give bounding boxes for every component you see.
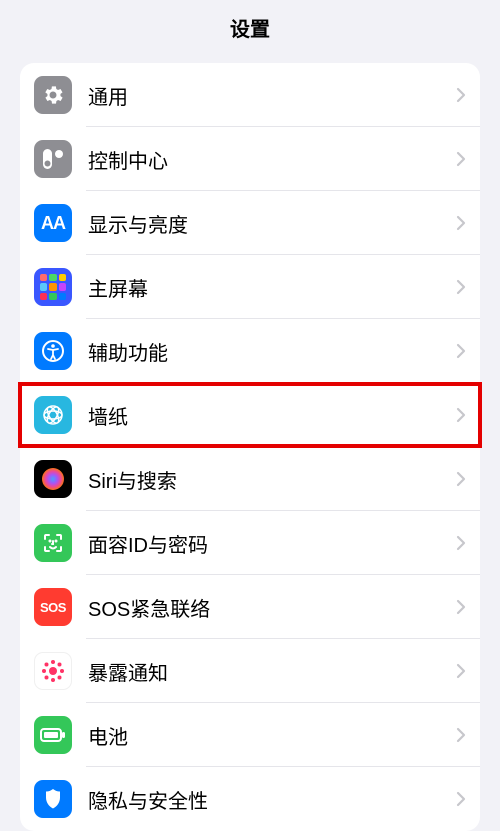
row-label: 通用 bbox=[88, 81, 456, 110]
faceid-icon bbox=[34, 524, 72, 562]
row-label: 墙纸 bbox=[88, 401, 456, 430]
header: 设置 bbox=[0, 0, 500, 55]
display-brightness-icon: AA bbox=[34, 204, 72, 242]
row-exposure[interactable]: 暴露通知 bbox=[20, 639, 480, 703]
row-display[interactable]: AA 显示与亮度 bbox=[20, 191, 480, 255]
gear-icon bbox=[34, 76, 72, 114]
row-label: 隐私与安全性 bbox=[88, 785, 456, 814]
row-label: 面容ID与密码 bbox=[88, 529, 456, 558]
row-home-screen[interactable]: 主屏幕 bbox=[20, 255, 480, 319]
chevron-right-icon bbox=[456, 599, 466, 615]
chevron-right-icon bbox=[456, 535, 466, 551]
chevron-right-icon bbox=[456, 663, 466, 679]
accessibility-icon bbox=[34, 332, 72, 370]
row-label: Siri与搜索 bbox=[88, 465, 456, 494]
row-accessibility[interactable]: 辅助功能 bbox=[20, 319, 480, 383]
row-label: 电池 bbox=[88, 721, 456, 750]
row-sos[interactable]: SOS SOS紧急联络 bbox=[20, 575, 480, 639]
page-title: 设置 bbox=[230, 13, 270, 42]
row-label: SOS紧急联络 bbox=[88, 593, 456, 622]
battery-icon bbox=[34, 716, 72, 754]
siri-icon bbox=[34, 460, 72, 498]
settings-list: 通用 控制中心 AA 显示与亮度 主屏幕 bbox=[20, 63, 480, 831]
row-wallpaper[interactable]: 墙纸 bbox=[20, 383, 480, 447]
row-label: 显示与亮度 bbox=[88, 209, 456, 238]
row-label: 控制中心 bbox=[88, 145, 456, 174]
row-battery[interactable]: 电池 bbox=[20, 703, 480, 767]
privacy-icon bbox=[34, 780, 72, 818]
row-siri[interactable]: Siri与搜索 bbox=[20, 447, 480, 511]
row-privacy[interactable]: 隐私与安全性 bbox=[20, 767, 480, 831]
row-label: 主屏幕 bbox=[88, 273, 456, 302]
exposure-icon bbox=[34, 652, 72, 690]
control-center-icon bbox=[34, 140, 72, 178]
row-faceid[interactable]: 面容ID与密码 bbox=[20, 511, 480, 575]
wallpaper-icon bbox=[34, 396, 72, 434]
chevron-right-icon bbox=[456, 151, 466, 167]
home-screen-icon bbox=[34, 268, 72, 306]
row-label: 辅助功能 bbox=[88, 337, 456, 366]
chevron-right-icon bbox=[456, 407, 466, 423]
row-control-center[interactable]: 控制中心 bbox=[20, 127, 480, 191]
chevron-right-icon bbox=[456, 343, 466, 359]
chevron-right-icon bbox=[456, 279, 466, 295]
sos-icon: SOS bbox=[34, 588, 72, 626]
row-label: 暴露通知 bbox=[88, 657, 456, 686]
chevron-right-icon bbox=[456, 791, 466, 807]
chevron-right-icon bbox=[456, 87, 466, 103]
chevron-right-icon bbox=[456, 727, 466, 743]
chevron-right-icon bbox=[456, 471, 466, 487]
row-general[interactable]: 通用 bbox=[20, 63, 480, 127]
chevron-right-icon bbox=[456, 215, 466, 231]
